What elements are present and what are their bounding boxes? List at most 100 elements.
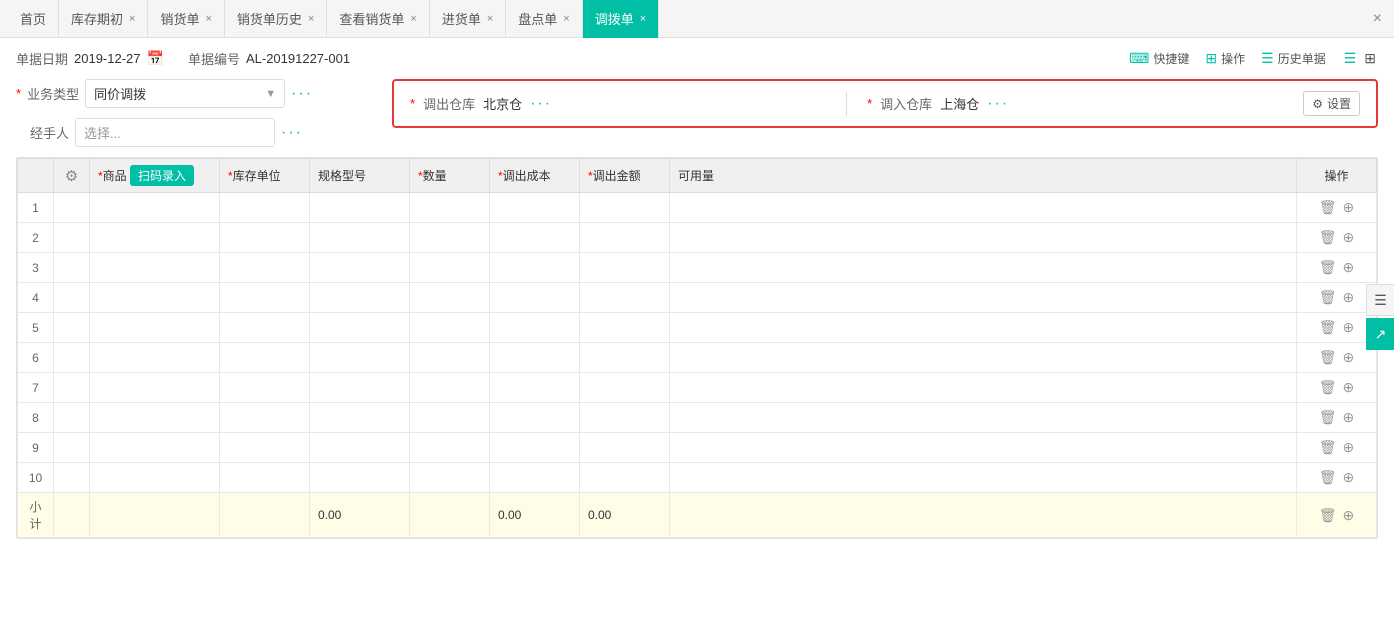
warehouse-out-label: 调出仓库 [423,94,475,113]
right-list-btn[interactable]: ☰ [1366,284,1394,316]
close-purchase-order[interactable]: × [487,13,493,25]
business-type-more[interactable]: ··· [291,85,313,103]
operations-icon: ⊞ [1205,50,1217,67]
layout-icons: ☰ ⊞ [1342,48,1378,69]
business-type-field: * 业务类型 同价调拨 ▼ ··· [16,79,376,108]
delete-icon-1[interactable]: 🗑 [1319,199,1337,216]
copy-icon-11[interactable]: ⊕ [1343,507,1355,524]
table-row: 2 🗑 ⊕ [18,223,1377,253]
copy-icon-9[interactable]: ⊕ [1343,439,1355,456]
col-settings-header[interactable]: ⚙ [54,159,90,193]
col-cost-header: *调出成本 [490,159,580,193]
history-button[interactable]: ☰ 历史单据 [1261,50,1326,67]
business-type-label: 业务类型 [27,84,79,103]
delete-icon-8[interactable]: 🗑 [1319,409,1337,426]
main-content: 单据日期 2019-12-27 📅 单据编号 AL-20191227-001 ⌨… [0,38,1394,549]
table-gear-icon[interactable]: ⚙ [65,168,78,185]
warehouse-box: * 调出仓库 北京仓 ··· * 调入仓库 上海仓 ··· ⚙ 设置 [392,79,1378,128]
copy-icon-4[interactable]: ⊕ [1343,289,1355,306]
close-sales-order[interactable]: × [205,13,211,25]
close-view-sales[interactable]: × [410,13,416,25]
delete-icon-2[interactable]: 🗑 [1319,229,1337,246]
shortcuts-icon: ⌨ [1129,50,1149,67]
col-unit-header: *库存单位 [220,159,310,193]
col-op-header: 操作 [1297,159,1377,193]
docno-field-group: 单据编号 AL-20191227-001 [188,49,350,68]
delete-icon-7[interactable]: 🗑 [1319,379,1337,396]
subtotal-label: 小计 [18,493,54,538]
delete-icon-4[interactable]: 🗑 [1319,289,1337,306]
row-num-8: 8 [18,403,54,433]
close-inventory-init[interactable]: × [129,13,135,25]
layout-grid-icon[interactable]: ⊞ [1362,48,1378,69]
tab-transfer[interactable]: 调拨单 × [583,0,659,38]
warehouse-out-required: * [410,96,415,111]
row-num-6: 6 [18,343,54,373]
table-header-row: ⚙ *商品 扫码录入 *库存单位 规格型号 *数量 *调出成本 *调出金额 可用… [18,159,1377,193]
copy-icon-1[interactable]: ⊕ [1343,199,1355,216]
settings-button[interactable]: ⚙ 设置 [1303,91,1360,116]
delete-icon-10[interactable]: 🗑 [1319,469,1337,486]
handler-more[interactable]: ··· [281,124,303,142]
delete-icon-5[interactable]: 🗑 [1319,319,1337,336]
operations-button[interactable]: ⊞ 操作 [1205,50,1245,67]
table-row: 3 🗑 ⊕ [18,253,1377,283]
delete-icon-3[interactable]: 🗑 [1319,259,1337,276]
close-transfer[interactable]: × [640,13,646,25]
tab-inventory-init[interactable]: 库存期初 × [59,0,148,38]
table-row: 8 🗑 ⊕ [18,403,1377,433]
copy-icon-6[interactable]: ⊕ [1343,349,1355,366]
business-type-select[interactable]: 同价调拨 ▼ [85,79,285,108]
shortcuts-button[interactable]: ⌨ 快捷键 [1129,50,1189,67]
header-left: 单据日期 2019-12-27 📅 单据编号 AL-20191227-001 [16,49,350,68]
row-num-1: 1 [18,193,54,223]
tab-view-sales[interactable]: 查看销货单 × [327,0,429,38]
row-num-2: 2 [18,223,54,253]
calendar-icon[interactable]: 📅 [147,50,164,67]
form-left: * 业务类型 同价调拨 ▼ ··· 经手人 选择... ··· [16,79,376,147]
window-close-button[interactable]: × [1373,10,1382,28]
main-table: ⚙ *商品 扫码录入 *库存单位 规格型号 *数量 *调出成本 *调出金额 可用… [17,158,1377,538]
col-product-header: *商品 扫码录入 [90,159,220,193]
col-num-header [18,159,54,193]
handler-placeholder: 选择... [84,123,121,142]
handler-select[interactable]: 选择... [75,118,275,147]
date-label: 单据日期 [16,49,68,68]
delete-icon-9[interactable]: 🗑 [1319,439,1337,456]
row-num-4: 4 [18,283,54,313]
delete-icon-6[interactable]: 🗑 [1319,349,1337,366]
tab-stock-check[interactable]: 盘点单 × [506,0,582,38]
warehouse-in-required: * [867,96,872,111]
docno-label: 单据编号 [188,49,240,68]
copy-icon-2[interactable]: ⊕ [1343,229,1355,246]
table-row: 6 🗑 ⊕ [18,343,1377,373]
scan-button[interactable]: 扫码录入 [130,165,194,186]
copy-icon-3[interactable]: ⊕ [1343,259,1355,276]
close-sales-history[interactable]: × [308,13,314,25]
layout-single-icon[interactable]: ☰ [1342,48,1359,69]
right-panel: ☰ ↗ [1366,284,1394,350]
business-type-value: 同价调拨 [94,84,146,103]
row-num-7: 7 [18,373,54,403]
col-available-header: 可用量 [670,159,1297,193]
date-value: 2019-12-27 [74,51,141,66]
handler-field: 经手人 选择... ··· [16,118,376,147]
copy-icon-5[interactable]: ⊕ [1343,319,1355,336]
table-row: 10 🗑 ⊕ [18,463,1377,493]
tab-sales-order[interactable]: 销货单 × [148,0,224,38]
delete-icon-11[interactable]: 🗑 [1319,507,1337,524]
docno-value: AL-20191227-001 [246,51,350,66]
copy-icon-10[interactable]: ⊕ [1343,469,1355,486]
table-row: 小计 0.00 0.00 0.00 🗑 ⊕ [18,493,1377,538]
tab-purchase-order[interactable]: 进货单 × [430,0,506,38]
warehouse-in-more[interactable]: ··· [987,95,1009,113]
col-qty-header: *数量 [410,159,490,193]
tab-sales-history[interactable]: 销货单历史 × [225,0,327,38]
handler-label: 经手人 [30,123,69,142]
tab-home[interactable]: 首页 [8,0,59,38]
right-expand-btn[interactable]: ↗ [1366,318,1394,350]
close-stock-check[interactable]: × [563,13,569,25]
copy-icon-8[interactable]: ⊕ [1343,409,1355,426]
copy-icon-7[interactable]: ⊕ [1343,379,1355,396]
warehouse-out-more[interactable]: ··· [530,95,552,113]
